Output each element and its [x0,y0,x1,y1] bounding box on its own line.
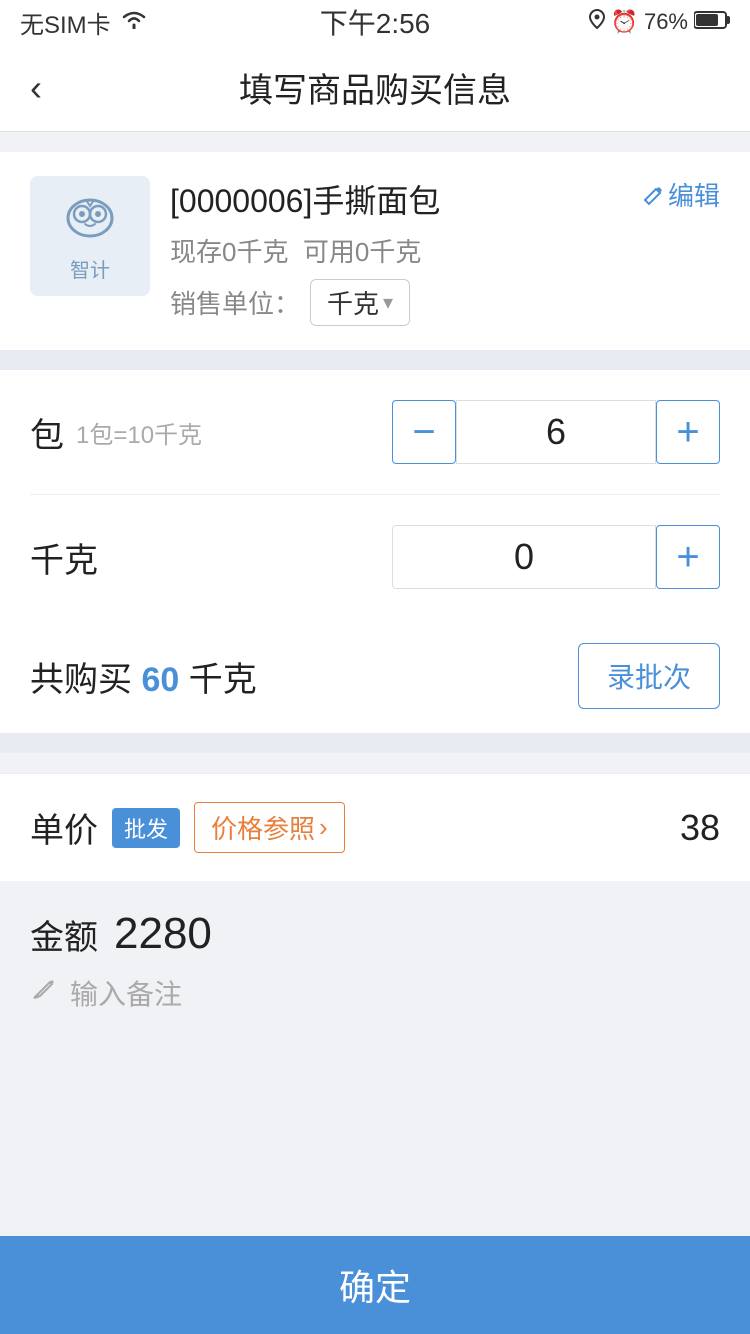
total-amount: 60 [141,661,179,699]
nav-bar: ‹ 填写商品购买信息 [0,44,750,132]
back-button[interactable]: ‹ [30,67,42,109]
product-card: 智计 [0000006]手撕面包 编辑 现存0千克 可用0千克 销售单位： 千克… [0,152,750,350]
remark-placeholder: 输入备注 [70,973,182,1013]
product-info: [0000006]手撕面包 编辑 现存0千克 可用0千克 销售单位： 千克 ▾ [170,176,720,326]
chevron-down-icon: ▾ [383,290,393,315]
battery-icon [694,9,730,35]
location-icon [589,9,605,35]
package-label: 包 1包=10千克 [30,408,202,457]
amount-row: 金额 2280 [30,909,720,959]
amount-value: 2280 [114,909,212,959]
product-stock: 现存0千克 可用0千克 [170,232,720,269]
remark-row[interactable]: 输入备注 [30,973,720,1013]
owl-icon [60,190,120,250]
product-thumbnail: 智计 [30,176,150,296]
input-section: 包 1包=10千克 − + 千克 + [0,370,750,619]
pencil-icon [30,976,58,1011]
chevron-right-icon: › [319,812,328,843]
edit-button[interactable]: 编辑 [642,176,720,213]
product-name: [0000006]手撕面包 [170,176,642,222]
price-ref-button[interactable]: 价格参照 › [194,802,345,853]
page-title: 填写商品购买信息 [239,63,511,112]
batch-tag: 批发 [112,808,180,848]
alarm-icon: ⏰ [611,9,638,35]
price-row: 单价 批发 价格参照 › 38 [30,802,720,853]
status-time: 下午2:56 [320,2,431,42]
product-unit-row: 销售单位： 千克 ▾ [170,279,720,326]
package-plus-button[interactable]: + [656,400,720,464]
batch-button[interactable]: 录批次 [578,643,720,709]
package-qty-input[interactable] [456,400,656,464]
carrier-text: 无SIM卡 [20,5,111,40]
package-qty-control: − + [392,400,720,464]
amount-section: 金额 2280 输入备注 [0,881,750,1025]
wifi-icon [119,8,149,36]
kg-qty-control: + [392,525,720,589]
package-minus-button[interactable]: − [392,400,456,464]
price-label: 单价 [30,803,98,852]
amount-label: 金额 [30,910,98,959]
total-row: 共购买 60 千克 录批次 [0,619,750,733]
package-hint: 1包=10千克 [76,415,202,450]
status-left: 无SIM卡 [20,5,149,40]
separator-1 [0,350,750,370]
confirm-button[interactable]: 确定 [0,1236,750,1334]
thumbnail-label: 智计 [70,254,110,283]
kg-qty-input[interactable] [392,525,656,589]
kg-label: 千克 [30,533,98,582]
kg-plus-button[interactable]: + [656,525,720,589]
price-label-group: 单价 批发 价格参照 › [30,802,345,853]
price-section: 单价 批发 价格参照 › 38 [0,773,750,881]
unit-select[interactable]: 千克 ▾ [310,279,410,326]
kg-row: 千克 + [30,495,720,619]
price-value: 38 [680,807,720,849]
package-row: 包 1包=10千克 − + [30,370,720,495]
battery-text: 76% [644,9,688,35]
status-bar: 无SIM卡 下午2:56 ⏰ 76% [0,0,750,44]
separator-2 [0,733,750,753]
total-label: 共购买 60 千克 [30,652,257,701]
status-right: ⏰ 76% [589,9,730,35]
